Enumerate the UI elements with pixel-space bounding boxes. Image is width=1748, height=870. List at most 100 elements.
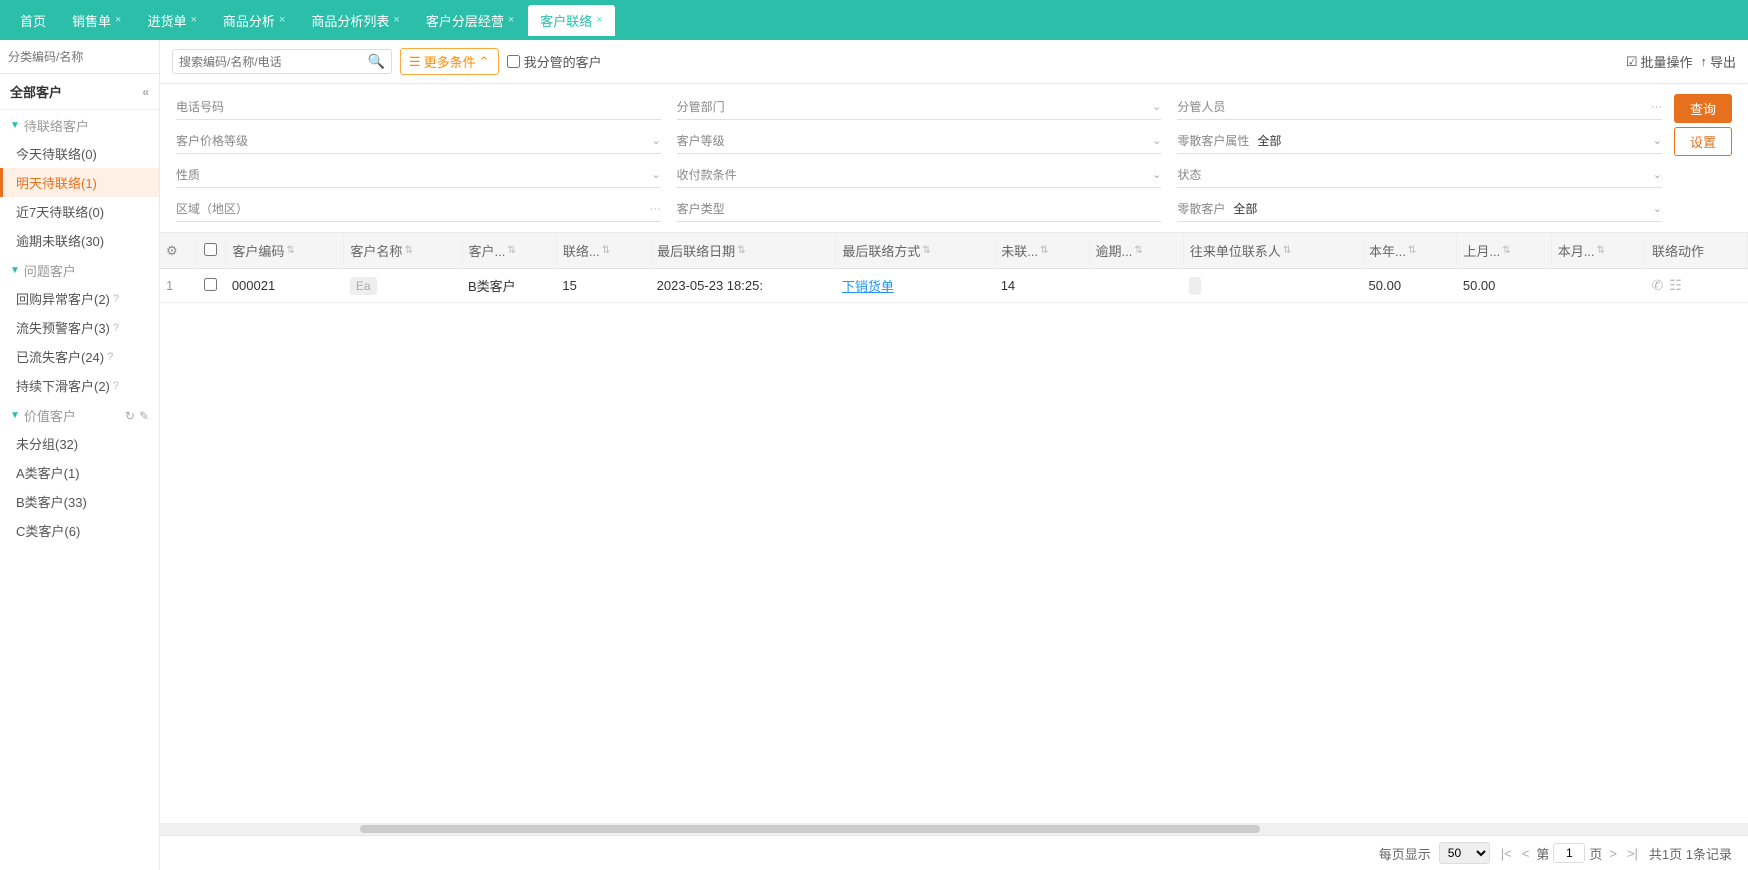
sidebar-item-b-class[interactable]: B类客户(33)	[0, 487, 159, 516]
chevron-down-icon[interactable]: ⌄	[651, 168, 660, 181]
chevron-up-icon: ⌃	[479, 54, 490, 70]
sort-icon[interactable]: ⇅	[922, 245, 930, 256]
nav-item-analysis[interactable]: 商品分析 ×	[211, 5, 297, 36]
sidebar-item-ungrp[interactable]: 未分组(32)	[0, 429, 159, 458]
settings-button[interactable]: 设置	[1674, 127, 1732, 156]
sidebar-item-7days[interactable]: 近7天待联络(0)	[0, 197, 159, 226]
batch-op-btn[interactable]: ☑ 批量操作	[1626, 52, 1693, 71]
filter-field-retail-customer[interactable]: 零散客户 全部 ⌄	[1177, 196, 1662, 222]
sidebar-all-customers[interactable]: 全部客户 «	[0, 74, 159, 110]
sort-icon[interactable]: ⇅	[737, 245, 745, 256]
refresh-icon[interactable]: ↻	[125, 409, 135, 423]
filter-field-customer-level[interactable]: 客户等级 ⌄	[677, 128, 1162, 154]
col-header-contact-count: 联络...⇅	[556, 233, 650, 269]
chevron-down-icon[interactable]: ⌄	[1653, 202, 1662, 215]
prev-page-btn[interactable]: <	[1519, 845, 1533, 862]
nav-close-icon[interactable]: ×	[596, 14, 602, 26]
col-header-last-date: 最后联络日期⇅	[651, 233, 836, 269]
col-header-code: 客户编码⇅	[226, 233, 344, 269]
search-input-wrap: 🔍	[172, 49, 392, 74]
dots-icon[interactable]: ···	[650, 203, 661, 215]
filter-field-status[interactable]: 状态 ⌄	[1177, 162, 1662, 188]
chevron-down-icon[interactable]: ⌄	[1152, 100, 1161, 113]
sort-icon[interactable]: ⇅	[286, 245, 294, 256]
nav-item-customer-layered[interactable]: 客户分层经营 ×	[414, 5, 526, 36]
filter-field-payment[interactable]: 收付款条件 ⌄	[677, 162, 1162, 188]
sort-icon[interactable]: ⇅	[1134, 245, 1142, 256]
nav-close-icon[interactable]: ×	[508, 14, 514, 26]
nav-close-icon[interactable]: ×	[115, 14, 121, 26]
sidebar-item-today[interactable]: 今天待联络(0)	[0, 139, 159, 168]
grid-icon[interactable]: ☷	[1669, 277, 1682, 294]
per-page-select[interactable]: 50 100 200	[1439, 842, 1490, 864]
sort-icon[interactable]: ⇅	[404, 245, 412, 256]
sidebar-item-abnormal[interactable]: 回购异常客户(2) ?	[0, 284, 159, 313]
filter-field-retail-attr[interactable]: 零散客户属性 全部 ⌄	[1177, 128, 1662, 154]
chevron-down-icon[interactable]: ⌄	[651, 134, 660, 147]
sidebar-item-overdue[interactable]: 逾期未联络(30)	[0, 226, 159, 255]
first-page-btn[interactable]: |<	[1498, 845, 1515, 862]
sidebar-item-c-class[interactable]: C类客户(6)	[0, 516, 159, 545]
phone-icon[interactable]: ✆	[1652, 277, 1664, 294]
sidebar-search-input[interactable]	[8, 50, 160, 64]
sidebar-item-a-class[interactable]: A类客户(1)	[0, 458, 159, 487]
sort-icon[interactable]: ⇅	[1040, 245, 1048, 256]
next-page-btn[interactable]: >	[1606, 845, 1620, 862]
sort-icon[interactable]: ⇅	[1283, 245, 1291, 256]
chevron-down-icon[interactable]: ⌄	[1653, 168, 1662, 181]
chevron-down-icon[interactable]: ⌄	[1653, 134, 1662, 147]
row-checkbox-cell[interactable]	[198, 269, 226, 303]
filter-field-customer-type: 客户类型	[677, 196, 1162, 222]
nav-item-analysis-list[interactable]: 商品分析列表 ×	[299, 5, 411, 36]
chevron-down-icon[interactable]: ⌄	[1152, 134, 1161, 147]
filter-field-price-level[interactable]: 客户价格等级 ⌄	[176, 128, 661, 154]
nav-item-customer-contact[interactable]: 客户联络 ×	[528, 5, 614, 36]
gear-column-header[interactable]: ⚙	[160, 233, 198, 269]
help-icon[interactable]: ?	[113, 293, 119, 305]
nav-close-icon[interactable]: ×	[393, 14, 399, 26]
my-customers-check[interactable]: 我分管的客户	[507, 52, 602, 71]
filter-row-1: 电话号码 分管部门 ⌄ 分管人员 ···	[176, 94, 1662, 120]
search-input[interactable]	[179, 55, 364, 69]
sidebar-item-declining[interactable]: 持续下滑客户(2) ?	[0, 371, 159, 400]
edit-icon[interactable]: ✎	[139, 409, 149, 423]
help-icon[interactable]: ?	[113, 322, 119, 334]
horizontal-scrollbar[interactable]	[160, 823, 1748, 835]
sidebar-item-tomorrow[interactable]: 明天待联络(1)	[0, 168, 159, 197]
query-button[interactable]: 查询	[1674, 94, 1732, 123]
nav-item-sales[interactable]: 销售单 ×	[60, 5, 133, 36]
sort-icon[interactable]: ⇅	[1408, 245, 1416, 256]
nav-close-icon[interactable]: ×	[279, 14, 285, 26]
page-input[interactable]	[1553, 843, 1585, 863]
filter-btn[interactable]: ☰ 更多条件 ⌃	[400, 48, 499, 75]
help-icon[interactable]: ?	[107, 351, 113, 363]
chevron-down-icon[interactable]: ⌄	[1152, 168, 1161, 181]
last-page-btn[interactable]: >|	[1624, 845, 1641, 862]
col-header-type: 客户...⇅	[462, 233, 556, 269]
my-customers-checkbox[interactable]	[507, 55, 520, 68]
nav-close-icon[interactable]: ×	[190, 14, 196, 26]
sidebar-item-churned[interactable]: 已流失客户(24) ?	[0, 342, 159, 371]
scrollbar-thumb[interactable]	[360, 825, 1260, 833]
checkbox-icon: ☑	[1626, 54, 1638, 70]
sort-icon[interactable]: ⇅	[507, 245, 515, 256]
sidebar-collapse-icon[interactable]: «	[142, 85, 149, 99]
checkbox-column-header[interactable]	[198, 233, 226, 269]
nav-home[interactable]: 首页	[8, 5, 58, 36]
sort-icon[interactable]: ⇅	[1597, 245, 1605, 256]
nav-item-purchase[interactable]: 进货单 ×	[135, 5, 208, 36]
filter-field-dept[interactable]: 分管部门 ⌄	[677, 94, 1162, 120]
search-icon[interactable]: 🔍	[368, 53, 385, 70]
sidebar-item-churn-warning[interactable]: 流失预警客户(3) ?	[0, 313, 159, 342]
dots-icon[interactable]: ···	[1651, 101, 1662, 113]
sidebar: 🔍 全部客户 « ▼ 待联络客户 今天待联络(0) 明天待联络(1) 近7天待联…	[0, 40, 160, 870]
export-btn[interactable]: ↑ 导出	[1700, 52, 1736, 71]
filter-field-nature[interactable]: 性质 ⌄	[176, 162, 661, 188]
sort-icon[interactable]: ⇅	[1502, 245, 1510, 256]
select-all-checkbox[interactable]	[204, 243, 217, 256]
sort-icon[interactable]: ⇅	[602, 245, 610, 256]
col-header-actions: 联络动作	[1646, 233, 1748, 269]
row-last-method-cell[interactable]: 下销货单	[836, 269, 995, 303]
row-checkbox[interactable]	[204, 278, 217, 291]
help-icon[interactable]: ?	[113, 380, 119, 392]
